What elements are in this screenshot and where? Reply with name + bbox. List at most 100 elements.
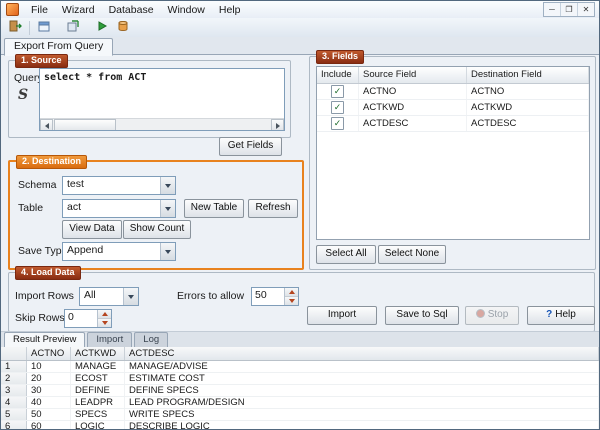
actdesc-cell: MANAGE/ADVISE [125, 361, 599, 372]
fields-table-header: Include Source Field Destination Field [317, 67, 589, 84]
schema-value: test [67, 178, 84, 190]
stepper-arrows [97, 310, 111, 327]
column-header-source-field[interactable]: Source Field [359, 67, 467, 83]
actkwd-cell: LEADPR [71, 397, 125, 408]
chevron-down-icon[interactable] [123, 288, 138, 305]
table-row[interactable]: 2 20 ECOST ESTIMATE COST [1, 373, 599, 385]
refresh-button[interactable]: Refresh [248, 199, 298, 218]
query-editor[interactable]: select * from ACT [39, 68, 285, 131]
tab-import[interactable]: Import [87, 332, 133, 348]
save-to-sql-button[interactable]: Save to Sql [385, 306, 459, 325]
spin-down-icon[interactable] [285, 296, 298, 305]
load-data-group-title: 4. Load Data [15, 266, 81, 280]
actkwd-cell: SPECS [71, 409, 125, 420]
column-header-include[interactable]: Include [317, 67, 359, 83]
chevron-down-icon[interactable] [160, 177, 175, 194]
errors-to-allow-stepper[interactable]: 50 [251, 287, 299, 306]
database-icon [116, 19, 130, 36]
table-row[interactable]: 5 50 SPECS WRITE SPECS [1, 409, 599, 421]
view-data-button[interactable]: View Data [62, 220, 122, 239]
spin-up-icon[interactable] [285, 288, 298, 296]
import-button[interactable]: Import [307, 306, 377, 325]
include-checkbox[interactable]: ✓ [331, 117, 344, 130]
destination-field-cell: ACTNO [467, 84, 589, 99]
new-table-button[interactable]: New Table [184, 199, 244, 218]
chevron-down-icon[interactable] [160, 243, 175, 260]
import-rows-label: Import Rows [15, 290, 74, 302]
load-data-group: 4. Load Data Import Rows All Errors to a… [8, 266, 595, 332]
actkwd-cell: MANAGE [71, 361, 125, 372]
row-number-cell: 3 [1, 385, 27, 396]
menu-database[interactable]: Database [102, 3, 161, 17]
menu-window[interactable]: Window [161, 3, 212, 17]
select-none-button[interactable]: Select None [378, 245, 446, 264]
show-count-button[interactable]: Show Count [123, 220, 191, 239]
close-button[interactable]: ✕ [577, 3, 594, 16]
stop-icon [475, 309, 485, 318]
actkwd-cell: DEFINE [71, 385, 125, 396]
tab-log[interactable]: Log [134, 332, 169, 348]
source-field-cell: ACTKWD [359, 100, 467, 115]
spin-up-icon[interactable] [98, 310, 111, 318]
scroll-left-icon[interactable] [40, 119, 53, 130]
table-row[interactable]: 1 10 MANAGE MANAGE/ADVISE [1, 361, 599, 373]
table-row[interactable]: ✓ ACTDESC ACTDESC [317, 116, 589, 132]
sql-icon: S [18, 87, 29, 103]
save-type-select[interactable]: Append [62, 242, 176, 261]
query-input[interactable]: select * from ACT [40, 69, 284, 119]
table-row[interactable]: 3 30 DEFINE DEFINE SPECS [1, 385, 599, 397]
table-row[interactable]: 4 40 LEADPR LEAD PROGRAM/DESIGN [1, 397, 599, 409]
import-rows-value: All [84, 289, 96, 301]
row-number-cell: 4 [1, 397, 27, 408]
database-menu-button[interactable] [113, 18, 141, 37]
help-icon: ? [546, 309, 553, 320]
exit-icon [8, 19, 22, 36]
actdesc-cell: DESCRIBE LOGIC [125, 421, 599, 429]
skip-rows-input[interactable]: 0 [65, 310, 97, 327]
get-fields-button[interactable]: Get Fields [219, 137, 282, 156]
actdesc-cell: LEAD PROGRAM/DESIGN [125, 397, 599, 408]
include-checkbox[interactable]: ✓ [331, 85, 344, 98]
query-hscrollbar[interactable] [40, 118, 284, 130]
chevron-down-icon[interactable] [160, 200, 175, 217]
export-menu-button[interactable] [63, 18, 91, 37]
skip-rows-stepper[interactable]: 0 [64, 309, 112, 328]
export-icon [66, 19, 80, 36]
menu-wizard[interactable]: Wizard [55, 3, 102, 17]
table-row[interactable]: ✓ ACTKWD ACTKWD [317, 100, 589, 116]
schema-label: Schema [18, 179, 57, 191]
wizard-menu-button[interactable] [34, 18, 62, 37]
column-header-actno[interactable]: ACTNO [27, 347, 71, 360]
errors-to-allow-input[interactable]: 50 [252, 288, 284, 305]
column-header-actdesc[interactable]: ACTDESC [125, 347, 599, 360]
stepper-arrows [284, 288, 298, 305]
column-header-destination-field[interactable]: Destination Field [467, 67, 589, 83]
run-button[interactable] [92, 18, 112, 37]
skip-rows-label: Skip Rows [15, 312, 65, 324]
table-row[interactable]: 6 60 LOGIC DESCRIBE LOGIC [1, 421, 599, 429]
help-button[interactable]: ? Help [527, 306, 595, 325]
minimize-button[interactable]: ─ [544, 3, 560, 16]
restore-button[interactable]: ❐ [560, 3, 577, 16]
table-row[interactable]: ✓ ACTNO ACTNO [317, 84, 589, 100]
column-header-actkwd[interactable]: ACTKWD [71, 347, 125, 360]
select-all-button[interactable]: Select All [316, 245, 376, 264]
scroll-thumb[interactable] [54, 119, 116, 130]
source-field-cell: ACTDESC [359, 116, 467, 131]
stop-button[interactable]: Stop [465, 306, 519, 325]
result-table-header: ACTNO ACTKWD ACTDESC [1, 347, 599, 361]
source-group: 1. Source Query S select * from ACT [8, 54, 291, 138]
actdesc-cell: DEFINE SPECS [125, 385, 599, 396]
scroll-right-icon[interactable] [271, 119, 284, 130]
row-number-cell: 6 [1, 421, 27, 429]
toolbar [1, 18, 599, 38]
exit-button[interactable] [5, 18, 25, 37]
spin-down-icon[interactable] [98, 318, 111, 327]
menu-file[interactable]: File [24, 3, 55, 17]
menu-help[interactable]: Help [212, 3, 248, 17]
schema-select[interactable]: test [62, 176, 176, 195]
table-select[interactable]: act [62, 199, 176, 218]
include-checkbox[interactable]: ✓ [331, 101, 344, 114]
import-rows-select[interactable]: All [79, 287, 139, 306]
actkwd-cell: LOGIC [71, 421, 125, 429]
